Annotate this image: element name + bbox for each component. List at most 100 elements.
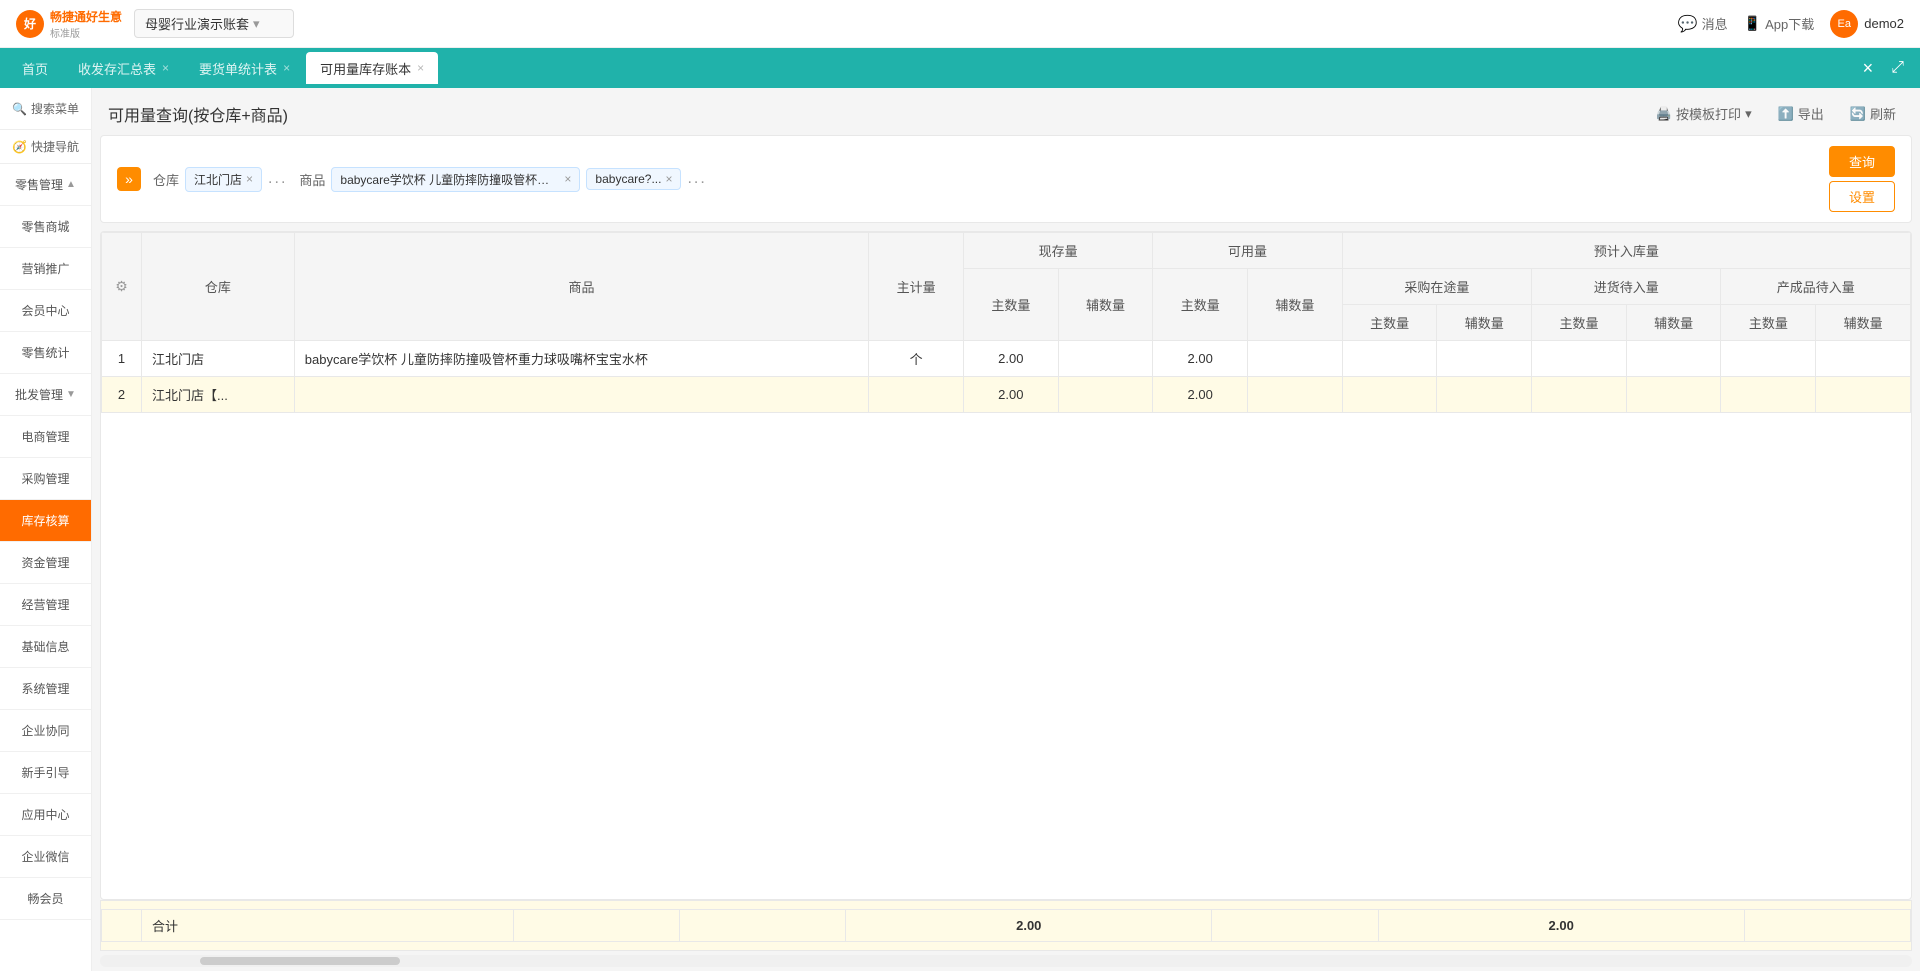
- sidebar-item-sys-mgmt[interactable]: 系统管理: [0, 668, 91, 710]
- col-avail-aux-header: 辅数量: [1248, 269, 1343, 341]
- app-icon: 📱: [1744, 15, 1761, 32]
- sidebar-item-retail-mgmt[interactable]: 零售管理 ▲: [0, 164, 91, 206]
- cell-avail-aux-2: [1248, 377, 1343, 413]
- col-pp-aux-header: 辅数量: [1816, 305, 1911, 341]
- col-available-header: 可用量: [1153, 233, 1342, 269]
- filter-product-more[interactable]: ...: [687, 170, 706, 188]
- sidebar-item-retail-stats[interactable]: 零售统计: [0, 332, 91, 374]
- avatar: Ea: [1830, 10, 1858, 38]
- tab-close-available[interactable]: ×: [417, 61, 424, 75]
- remove-product-tag-2[interactable]: ×: [665, 172, 672, 186]
- cell-avail-main-2: 2.00: [1153, 377, 1248, 413]
- col-ip-aux-header: 辅数量: [1626, 305, 1721, 341]
- footer-current-main: 2.00: [846, 910, 1212, 942]
- sidebar-item-newbie[interactable]: 新手引导: [0, 752, 91, 794]
- top-bar: 好 畅捷通好生意 标准版 母婴行业演示账套 ▾ 💬 消息 📱 App下载 Ea …: [0, 0, 1920, 48]
- col-pt-main-header: 主数量: [1342, 305, 1437, 341]
- sidebar-item-wholesale-mgmt[interactable]: 批发管理 ▼: [0, 374, 91, 416]
- footer-table: 合计 2.00 2.00: [101, 909, 1911, 942]
- remove-warehouse-tag[interactable]: ×: [246, 172, 253, 186]
- messages-btn[interactable]: 💬 消息: [1678, 14, 1728, 34]
- cell-pt-main-2: [1342, 377, 1437, 413]
- filter-product-group: 商品 babycare学饮杯 儿童防摔防撞吸管杯重力球吸嘴杯宝宝水杯 × bab…: [299, 167, 706, 192]
- tab-close-receivepay[interactable]: ×: [162, 61, 169, 75]
- sidebar-item-finance[interactable]: 资金管理: [0, 542, 91, 584]
- query-btn[interactable]: 查询: [1829, 146, 1895, 177]
- table-footer: 合计 2.00 2.00: [100, 900, 1912, 951]
- arrow-icon: ▲: [66, 179, 76, 190]
- sidebar-item-purchase-mgmt[interactable]: 采购管理: [0, 458, 91, 500]
- nav-tabs: 首页 收发存汇总表 × 要货单统计表 × 可用量库存账本 × × ⤢: [0, 48, 1920, 88]
- filter-bar: » 仓库 江北门店 × ... 商品 babycare学饮杯 儿童防摔防撞吸管杯…: [100, 135, 1912, 223]
- table-row: 1 江北门店 babycare学饮杯 儿童防摔防撞吸管杯重力球吸嘴杯宝宝水杯 个…: [102, 341, 1911, 377]
- settings-btn[interactable]: 设置: [1829, 181, 1895, 212]
- expand-tabs-icon[interactable]: ⤢: [1883, 59, 1912, 77]
- cell-pp-main-2: [1721, 377, 1816, 413]
- store-selector[interactable]: 母婴行业演示账套 ▾: [134, 9, 294, 38]
- footer-available-main: 2.00: [1378, 910, 1744, 942]
- query-settings: 查询 设置: [1829, 146, 1895, 212]
- tab-requisition[interactable]: 要货单统计表 ×: [185, 52, 304, 84]
- top-bar-left: 好 畅捷通好生意 标准版 母婴行业演示账套 ▾: [16, 8, 294, 40]
- sidebar-item-ecommerce[interactable]: 电商管理: [0, 416, 91, 458]
- col-current-aux-header: 辅数量: [1058, 269, 1153, 341]
- sidebar-item-vip[interactable]: 畅会员: [0, 878, 91, 920]
- search-icon: 🔍: [12, 102, 27, 116]
- col-avail-main-header: 主数量: [1153, 269, 1248, 341]
- col-incoming-pending-header: 进货待入量: [1532, 269, 1721, 305]
- sidebar-item-retail-mall[interactable]: 零售商城: [0, 206, 91, 248]
- print-icon: 🖨️: [1656, 106, 1672, 122]
- arrow-icon-2: ▼: [66, 389, 76, 400]
- filter-product-tag-2: babycare?... ×: [586, 168, 681, 190]
- footer-unit: [680, 910, 846, 942]
- tab-receivepay[interactable]: 收发存汇总表 ×: [64, 52, 183, 84]
- user-profile[interactable]: Ea demo2: [1830, 10, 1904, 38]
- sidebar-item-app-center[interactable]: 应用中心: [0, 794, 91, 836]
- cell-pp-aux-2: [1816, 377, 1911, 413]
- table-row: 2 江北门店【... 2.00 2.00: [102, 377, 1911, 413]
- cell-curr-aux-2: [1058, 377, 1153, 413]
- col-settings-header[interactable]: ⚙: [102, 233, 142, 341]
- sidebar-item-enterprise-collab[interactable]: 企业协同: [0, 710, 91, 752]
- filter-expand-btn[interactable]: »: [117, 167, 141, 191]
- cell-avail-main-1: 2.00: [1153, 341, 1248, 377]
- sidebar-item-operations[interactable]: 经营管理: [0, 584, 91, 626]
- search-menu-btn[interactable]: 🔍 搜索菜单: [8, 96, 83, 121]
- message-icon: 💬: [1678, 14, 1698, 34]
- cell-product-1: babycare学饮杯 儿童防摔防撞吸管杯重力球吸嘴杯宝宝水杯: [294, 341, 869, 377]
- filter-product-tag-1: babycare学饮杯 儿童防摔防撞吸管杯重力球吸嘴杯宝宝水杯 ×: [331, 167, 580, 192]
- scroll-bar[interactable]: [100, 955, 1912, 967]
- sidebar-search[interactable]: 🔍 搜索菜单: [0, 88, 91, 130]
- logo: 好 畅捷通好生意 标准版: [16, 8, 122, 40]
- cell-unit-1: 个: [869, 341, 964, 377]
- sidebar-item-enterprise-wechat[interactable]: 企业微信: [0, 836, 91, 878]
- sidebar-item-basic-info[interactable]: 基础信息: [0, 626, 91, 668]
- col-current-main-header: 主数量: [963, 269, 1058, 341]
- quick-nav-btn[interactable]: 🧭 快捷导航: [0, 130, 91, 164]
- tab-close-requisition[interactable]: ×: [283, 61, 290, 75]
- cell-unit-2: [869, 377, 964, 413]
- refresh-btn[interactable]: 🔄 刷新: [1842, 100, 1904, 127]
- table-container: ⚙ 仓库 商品 主计量 现存量 可用量 预计入库量 主数量 辅数量 主数量 辅数…: [100, 231, 1912, 900]
- sidebar-item-inventory[interactable]: 库存核算: [0, 500, 91, 542]
- app-download-btn[interactable]: 📱 App下载: [1744, 14, 1815, 33]
- print-template-btn[interactable]: 🖨️ 按模板打印 ▾: [1648, 100, 1760, 127]
- scroll-thumb[interactable]: [200, 957, 400, 965]
- cell-ip-aux-2: [1626, 377, 1721, 413]
- close-all-tabs[interactable]: ×: [1855, 58, 1882, 79]
- filter-warehouse-more[interactable]: ...: [268, 170, 287, 188]
- export-btn[interactable]: ⬆️ 导出: [1770, 100, 1832, 127]
- compass-icon: 🧭: [12, 140, 27, 154]
- tab-home[interactable]: 首页: [8, 52, 62, 84]
- sidebar-item-member-center[interactable]: 会员中心: [0, 290, 91, 332]
- cell-curr-main-1: 2.00: [963, 341, 1058, 377]
- remove-product-tag-1[interactable]: ×: [564, 172, 571, 186]
- cell-pp-aux-1: [1816, 341, 1911, 377]
- cell-curr-aux-1: [1058, 341, 1153, 377]
- footer-label: 合计: [142, 910, 514, 942]
- col-main-unit-header: 主计量: [869, 233, 964, 341]
- tab-available[interactable]: 可用量库存账本 ×: [306, 52, 438, 84]
- main-layout: 🔍 搜索菜单 🧭 快捷导航 零售管理 ▲ 零售商城 营销推广 会员中心 零售统计…: [0, 88, 1920, 971]
- cell-ip-main-2: [1532, 377, 1627, 413]
- sidebar-item-marketing[interactable]: 营销推广: [0, 248, 91, 290]
